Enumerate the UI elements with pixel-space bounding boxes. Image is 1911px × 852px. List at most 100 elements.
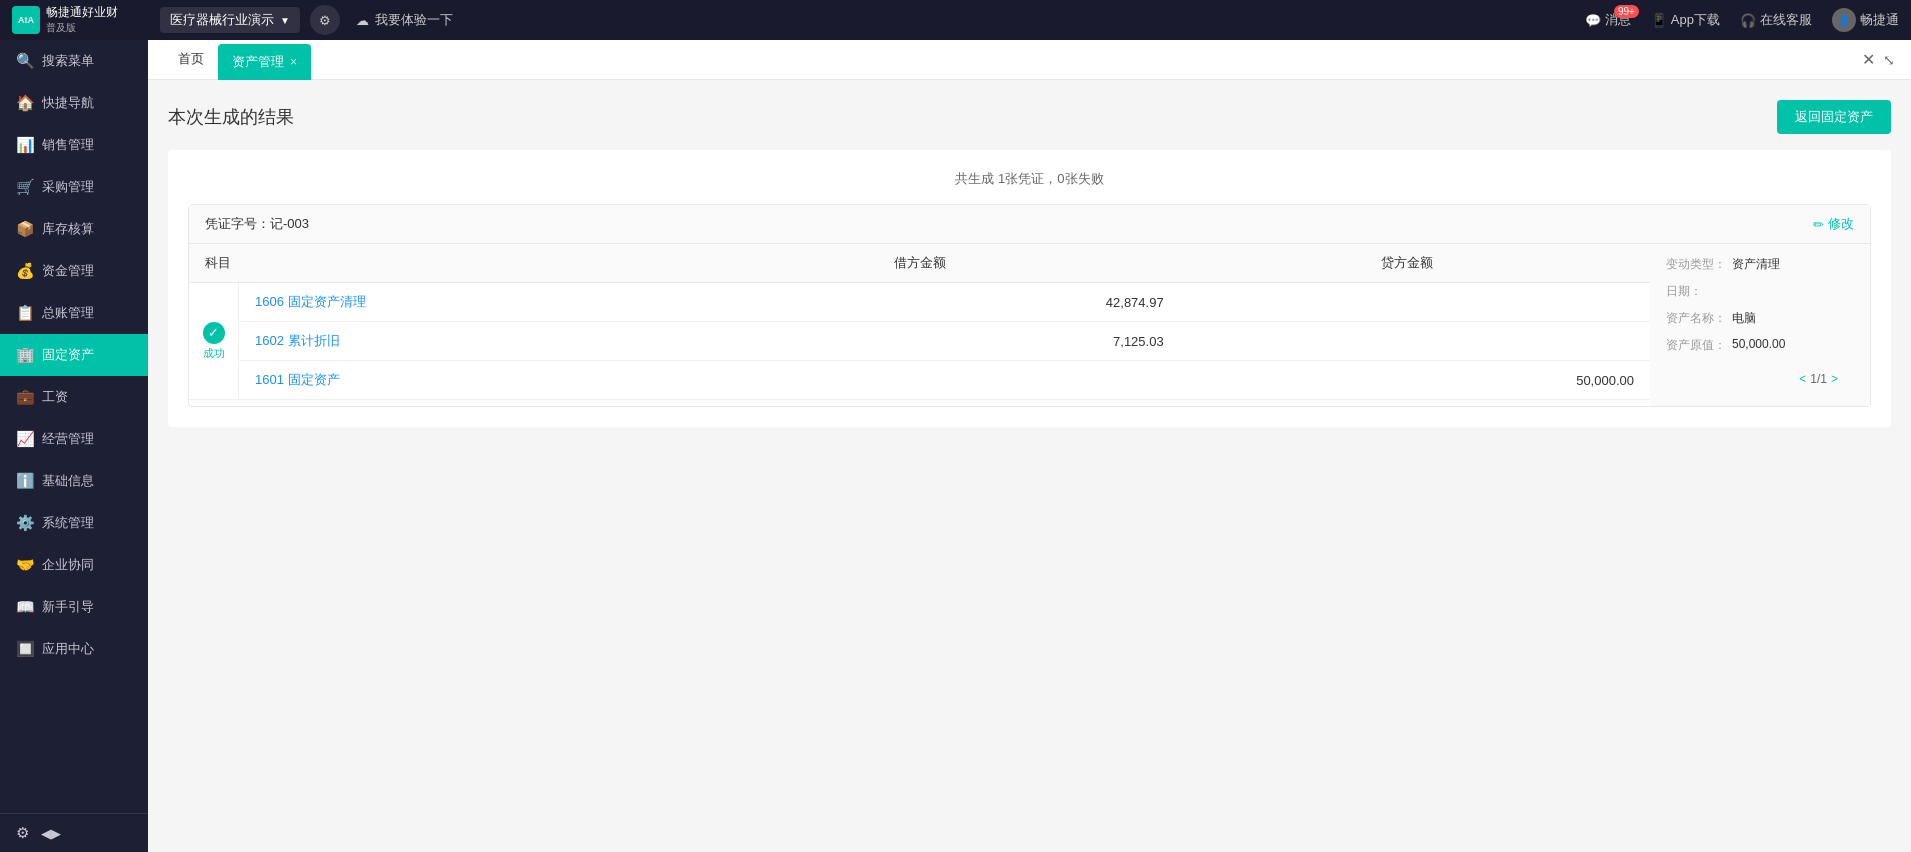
gear-icon: ⚙ [319,13,331,28]
home-icon: 🏠 [16,94,34,112]
close-window-icon[interactable]: ✕ [1862,50,1875,69]
app-download-item[interactable]: 📱 App下载 [1651,11,1720,29]
credit-1 [1180,292,1650,312]
expand-icon[interactable]: ⤡ [1883,52,1895,68]
tab-home[interactable]: 首页 [164,40,218,80]
app-center-icon: 🔲 [16,640,34,658]
sidebar-item-search[interactable]: 🔍 搜索菜单 [0,40,148,82]
tab-close-icon[interactable]: × [290,55,297,69]
sidebar-label-search: 搜索菜单 [42,52,94,70]
credit-3: 50,000.00 [1180,363,1650,398]
account-3: 1601 固定资产 [239,361,709,399]
asset-name-label: 资产名称： [1666,310,1726,327]
sidebar-item-enterprise[interactable]: 🤝 企业协同 [0,544,148,586]
pagination: < 1/1 > [1666,364,1854,394]
window-controls: ✕ ⤡ [1862,50,1895,69]
sidebar-label-sales: 销售管理 [42,136,94,154]
payroll-icon: 💼 [16,388,34,406]
return-button[interactable]: 返回固定资产 [1777,100,1891,134]
sidebar-label-enterprise: 企业协同 [42,556,94,574]
experience-btn[interactable]: ☁ 我要体验一下 [356,11,453,29]
enterprise-icon: 🤝 [16,556,34,574]
sidebar-item-fixed-assets[interactable]: 🏢 固定资产 [0,334,148,376]
sidebar-item-system[interactable]: ⚙️ 系统管理 [0,502,148,544]
page-title: 本次生成的结果 [168,105,294,129]
company-selector[interactable]: 医疗器械行业演示 ▼ [160,7,300,33]
user-menu[interactable]: 👤 畅捷通 [1832,8,1899,32]
inventory-icon: 📦 [16,220,34,238]
side-info-panel: 变动类型： 资产清理 日期： 资产名称： 电脑 [1650,244,1870,406]
voucher-body: 科目 借方金额 贷方金额 ✓ 成功 [189,244,1870,406]
prev-page[interactable]: < [1799,372,1806,386]
voucher-number: 凭证字号：记-003 [205,215,309,233]
change-type-row: 变动类型： 资产清理 [1666,256,1854,273]
sidebar-label-basic-info: 基础信息 [42,472,94,490]
top-header: AtA 畅捷通好业财 普及版 医疗器械行业演示 ▼ ⚙ ☁ 我要体验一下 💬 消… [0,0,1911,40]
summary-text: 共生成 1张凭证，0张失败 [188,170,1871,188]
sidebar-item-quick-nav[interactable]: 🏠 快捷导航 [0,82,148,124]
asset-name-row: 资产名称： 电脑 [1666,310,1854,327]
sidebar-item-payroll[interactable]: 💼 工资 [0,376,148,418]
header-right: 💬 消息 99+ 📱 App下载 🎧 在线客服 👤 畅捷通 [1585,8,1899,32]
messages-badge: 99+ [1614,5,1639,18]
logo-sub: 普及版 [46,21,118,35]
sidebar-item-inventory[interactable]: 📦 库存核算 [0,208,148,250]
sales-icon: 📊 [16,136,34,154]
user-icon: 👤 [1838,15,1850,26]
logo-area: AtA 畅捷通好业财 普及版 [12,5,160,35]
sidebar-item-ledger[interactable]: 📋 总账管理 [0,292,148,334]
debit-1: 42,874.97 [709,285,1179,320]
purchase-icon: 🛒 [16,178,34,196]
sidebar-item-app-center[interactable]: 🔲 应用中心 [0,628,148,670]
bottom-settings-icon[interactable]: ⚙ [16,824,29,842]
sidebar-label-management: 经营管理 [42,430,94,448]
edit-button[interactable]: ✏ 修改 [1813,215,1854,233]
settings-button[interactable]: ⚙ [310,5,340,35]
table-row-1: 1606 固定资产清理 42,874.97 [239,283,1650,322]
status-icon-area: ✓ 成功 [189,283,239,399]
status-label: 成功 [203,346,225,361]
sidebar-label-finance: 资金管理 [42,262,94,280]
tab-asset-management[interactable]: 资产管理 × [218,44,311,80]
messages-item[interactable]: 💬 消息 99+ [1585,11,1631,29]
sidebar-item-purchase[interactable]: 🛒 采购管理 [0,166,148,208]
success-check-icon: ✓ [203,322,225,344]
collapse-icon[interactable]: ◀▶ [41,826,61,841]
result-card: 共生成 1张凭证，0张失败 凭证字号：记-003 ✏ 修改 [168,150,1891,427]
sidebar-item-finance[interactable]: 💰 资金管理 [0,250,148,292]
sidebar-label-guide: 新手引导 [42,598,94,616]
col-account: 科目 [189,244,676,282]
voucher-table-area: 科目 借方金额 贷方金额 ✓ 成功 [189,244,1650,406]
asset-value-label: 资产原值： [1666,337,1726,354]
sidebar: 🔍 搜索菜单 🏠 快捷导航 📊 销售管理 🛒 采购管理 📦 库存核算 💰 资金管… [0,40,148,852]
avatar: 👤 [1832,8,1856,32]
sidebar-item-management[interactable]: 📈 经营管理 [0,418,148,460]
system-icon: ⚙️ [16,514,34,532]
content-area: 首页 资产管理 × ✕ ⤡ 本次生成的结果 返回固定资产 共生成 1张凭证，0张… [148,40,1911,852]
change-type-value: 资产清理 [1732,256,1780,273]
sidebar-item-sales[interactable]: 📊 销售管理 [0,124,148,166]
rows-container: 1606 固定资产清理 42,874.97 1602 累计折旧 7,125.03 [239,283,1650,399]
col-debit: 借方金额 [676,244,1163,282]
management-icon: 📈 [16,430,34,448]
main-layout: 🔍 搜索菜单 🏠 快捷导航 📊 销售管理 🛒 采购管理 📦 库存核算 💰 资金管… [0,40,1911,852]
asset-value-row: 资产原值： 50,000.00 [1666,337,1854,354]
voucher-header: 凭证字号：记-003 ✏ 修改 [189,205,1870,244]
table-row-2: 1602 累计折旧 7,125.03 [239,322,1650,361]
sidebar-label-purchase: 采购管理 [42,178,94,196]
online-service-item[interactable]: 🎧 在线客服 [1740,11,1812,29]
table-row-3: 1601 固定资产 50,000.00 [239,361,1650,399]
col-credit: 贷方金额 [1163,244,1650,282]
next-page[interactable]: > [1831,372,1838,386]
finance-icon: 💰 [16,262,34,280]
sidebar-label-app-center: 应用中心 [42,640,94,658]
sidebar-item-basic-info[interactable]: ℹ️ 基础信息 [0,460,148,502]
asset-value-value: 50,000.00 [1732,337,1785,354]
page-indicator: 1/1 [1810,372,1827,386]
date-label: 日期： [1666,283,1702,300]
sidebar-item-guide[interactable]: 📖 新手引导 [0,586,148,628]
sidebar-label-payroll: 工资 [42,388,68,406]
date-row: 日期： [1666,283,1854,300]
tab-bar: 首页 资产管理 × ✕ ⤡ [148,40,1911,80]
download-icon: 📱 [1651,13,1667,28]
